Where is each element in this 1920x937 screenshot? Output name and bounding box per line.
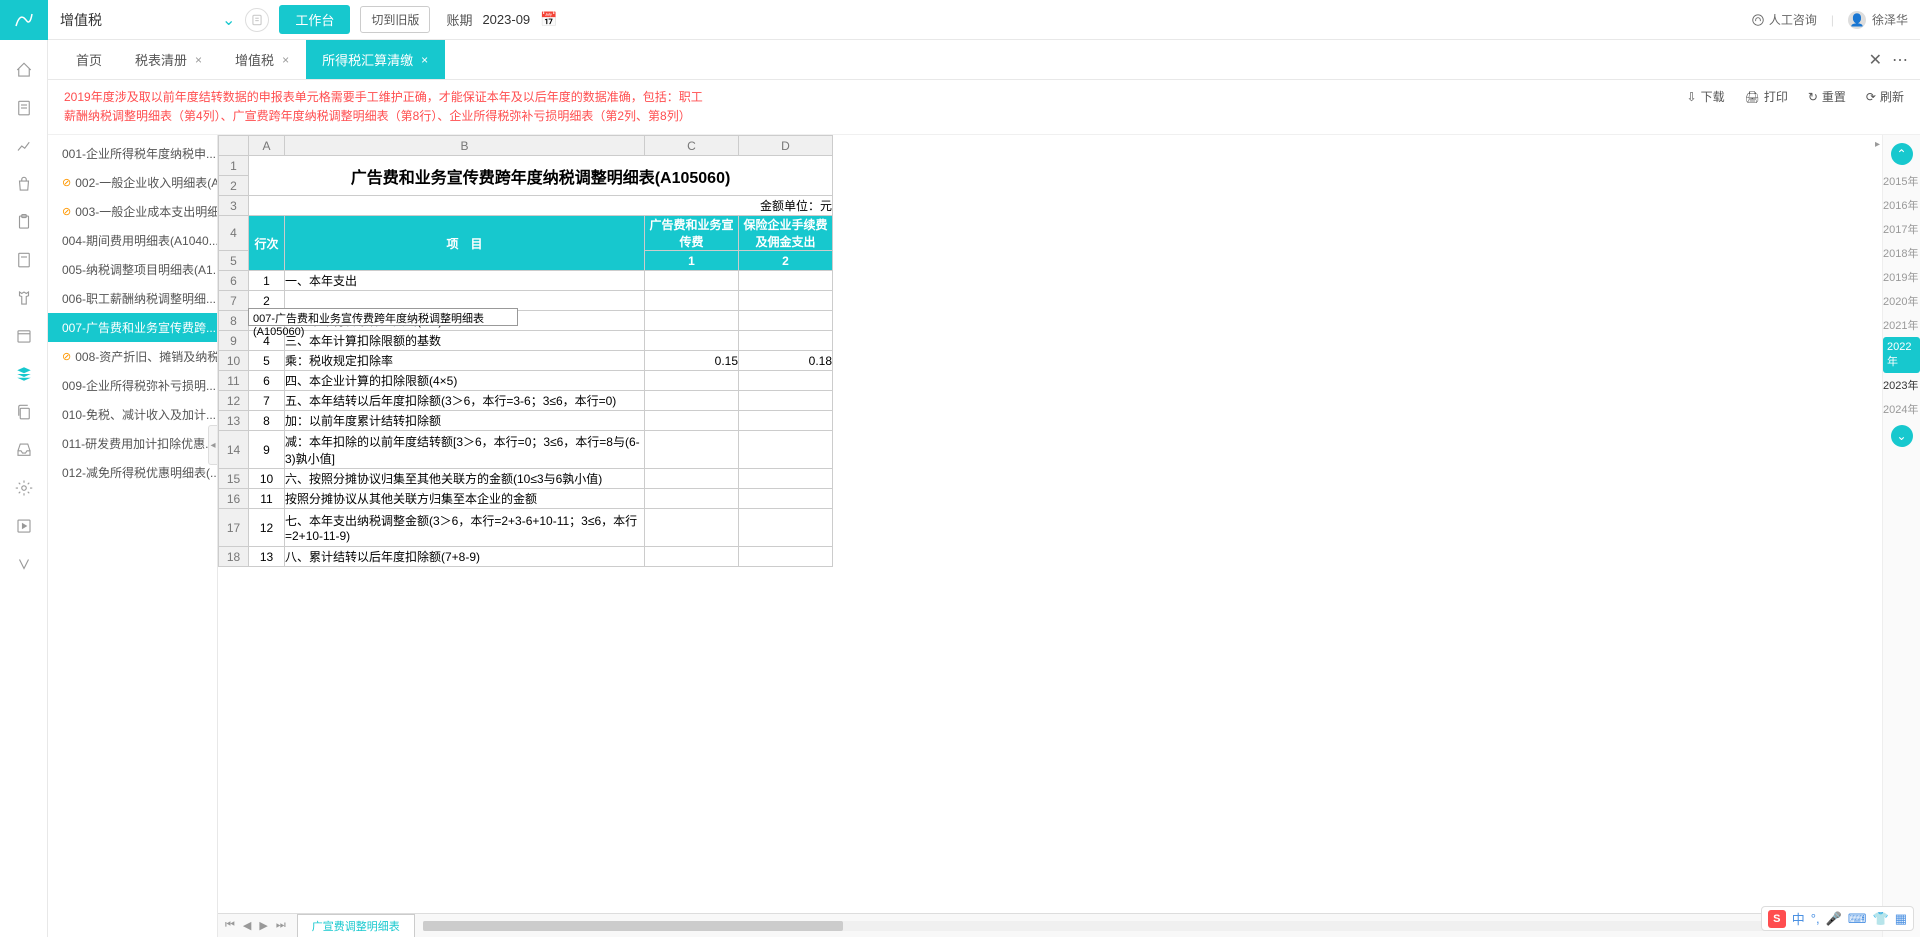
sheet-tab[interactable]: 广宣费调整明细表 bbox=[297, 914, 415, 937]
home-icon[interactable] bbox=[14, 60, 34, 80]
form-list-item[interactable]: ⊘002-一般企业收入明细表(A... bbox=[48, 168, 217, 197]
form-list-item[interactable]: 001-企业所得税年度纳税申... bbox=[48, 139, 217, 168]
calendar-icon[interactable]: 📅 bbox=[540, 11, 557, 28]
tab-税表清册[interactable]: 税表清册× bbox=[119, 40, 219, 79]
tab-首页[interactable]: 首页 bbox=[60, 40, 119, 79]
year-item[interactable]: 2015年 bbox=[1883, 169, 1920, 193]
year-item[interactable]: 2023年 bbox=[1883, 373, 1920, 397]
calendar-icon[interactable] bbox=[14, 326, 34, 346]
close-icon[interactable]: × bbox=[282, 53, 289, 67]
ime-toolbar[interactable]: S 中 °, 🎤 ⌨ 👕 ▦ bbox=[1761, 906, 1914, 931]
bag-icon[interactable] bbox=[14, 174, 34, 194]
play-icon[interactable] bbox=[14, 516, 34, 536]
ime-skin-icon[interactable]: 👕 bbox=[1873, 911, 1889, 927]
form-list-item[interactable]: ⊘003-一般企业成本支出明细... bbox=[48, 197, 217, 226]
sheet-first-icon[interactable]: ⏮ bbox=[222, 919, 238, 932]
ime-badge-icon: S bbox=[1768, 910, 1786, 928]
year-item[interactable]: 2018年 bbox=[1883, 241, 1920, 265]
form-list-item[interactable]: 007-广告费和业务宣传费跨... bbox=[48, 313, 217, 342]
copy-icon[interactable] bbox=[14, 402, 34, 422]
form-list-item[interactable]: 010-免税、减计收入及加计... bbox=[48, 400, 217, 429]
clipboard-icon[interactable] bbox=[14, 212, 34, 232]
sheet-last-icon[interactable]: ⏭ bbox=[273, 919, 289, 932]
year-item[interactable]: 2022年 bbox=[1883, 337, 1920, 373]
ime-punct-icon[interactable]: °, bbox=[1811, 911, 1820, 926]
form-list-item[interactable]: ⊘008-资产折旧、摊销及纳税... bbox=[48, 342, 217, 371]
form-list-item[interactable]: 011-研发费用加计扣除优惠... bbox=[48, 429, 217, 458]
gear-icon[interactable] bbox=[14, 478, 34, 498]
download-button[interactable]: ⇩ 下载 bbox=[1687, 88, 1725, 105]
page-tabs: 首页税表清册×增值税×所得税汇算清缴× ✕ ⋯ bbox=[48, 40, 1920, 80]
year-item[interactable]: 2016年 bbox=[1883, 193, 1920, 217]
calc-icon[interactable] bbox=[14, 250, 34, 270]
form-list-item[interactable]: 004-期间费用明细表(A1040... bbox=[48, 226, 217, 255]
form-list-item[interactable]: 009-企业所得税弥补亏损明... bbox=[48, 371, 217, 400]
doc-icon[interactable] bbox=[14, 98, 34, 118]
refresh-button[interactable]: ⟳ 刷新 bbox=[1866, 88, 1904, 105]
form-list-item[interactable]: 012-减免所得税优惠明细表(... bbox=[48, 458, 217, 487]
tab-增值税[interactable]: 增值税× bbox=[219, 40, 306, 79]
ime-mic-icon[interactable]: 🎤 bbox=[1826, 911, 1842, 927]
tax-type-dropdown[interactable]: 增值税 ⌄ bbox=[60, 10, 235, 30]
warning-icon: ⊘ bbox=[62, 205, 71, 218]
year-selector-rail: ⌃ 2015年2016年2017年2018年2019年2020年2021年202… bbox=[1882, 135, 1920, 937]
sheet-tab-bar: ⏮ ◀ ▶ ⏭ 广宣费调整明细表 bbox=[218, 913, 1882, 937]
consult-link[interactable]: 人工咨询 bbox=[1751, 11, 1817, 28]
left-nav-rail bbox=[0, 0, 48, 937]
tab-所得税汇算清缴[interactable]: 所得税汇算清缴× bbox=[306, 40, 445, 79]
stack-icon[interactable] bbox=[14, 364, 34, 384]
tax-type-label: 增值税 bbox=[60, 10, 102, 30]
close-tab-icon[interactable]: ✕ bbox=[1869, 50, 1882, 70]
sheet-prev-icon[interactable]: ◀ bbox=[240, 919, 254, 932]
app-logo[interactable] bbox=[0, 0, 48, 40]
formula-input[interactable]: 007-广告费和业务宣传费跨年度纳税调整明细表(A105060) bbox=[248, 308, 518, 326]
close-icon[interactable]: × bbox=[195, 53, 202, 67]
ime-grid-icon[interactable]: ▦ bbox=[1895, 911, 1907, 927]
horizontal-scrollbar[interactable] bbox=[423, 921, 1874, 931]
v-icon[interactable] bbox=[14, 554, 34, 574]
chevron-down-icon: ⌄ bbox=[222, 10, 235, 30]
chart-icon[interactable] bbox=[14, 136, 34, 156]
year-item[interactable]: 2019年 bbox=[1883, 265, 1920, 289]
switch-old-button[interactable]: 切到旧版 bbox=[360, 6, 430, 33]
spreadsheet-table[interactable]: ABCD1广告费和业务宣传费跨年度纳税调整明细表(A105060)23金额单位：… bbox=[218, 135, 833, 567]
warning-icon: ⊘ bbox=[62, 176, 71, 189]
tabs-more-icon[interactable]: ⋯ bbox=[1892, 50, 1908, 70]
ime-lang-label: 中 bbox=[1792, 909, 1805, 928]
year-down-icon[interactable]: ⌄ bbox=[1891, 425, 1913, 447]
form-list-item[interactable]: 006-职工薪酬纳税调整明细... bbox=[48, 284, 217, 313]
year-item[interactable]: 2017年 bbox=[1883, 217, 1920, 241]
sheet-next-icon[interactable]: ▶ bbox=[256, 919, 270, 932]
collapse-sidebar-handle[interactable]: ◂ bbox=[208, 425, 218, 465]
year-item[interactable]: 2020年 bbox=[1883, 289, 1920, 313]
period-label: 账期 bbox=[446, 10, 472, 29]
user-menu[interactable]: 👤 徐泽华 bbox=[1848, 11, 1908, 29]
year-up-icon[interactable]: ⌃ bbox=[1891, 143, 1913, 165]
history-button[interactable] bbox=[245, 8, 269, 32]
close-icon[interactable]: × bbox=[421, 53, 428, 67]
ime-keyboard-icon[interactable]: ⌨ bbox=[1848, 911, 1867, 927]
year-item[interactable]: 2024年 bbox=[1883, 397, 1920, 421]
form-list-item[interactable]: 005-纳税调整项目明细表(A1... bbox=[48, 255, 217, 284]
warning-icon: ⊘ bbox=[62, 350, 71, 363]
top-bar: 增值税 ⌄ 工作台 切到旧版 账期 2023-09 📅 人工咨询 | 👤 徐泽华 bbox=[48, 0, 1920, 40]
period-value[interactable]: 2023-09 bbox=[482, 12, 530, 27]
spreadsheet-area: ▸ ABCD1广告费和业务宣传费跨年度纳税调整明细表(A105060)23金额单… bbox=[218, 135, 1882, 937]
print-button[interactable]: 🖨 打印 bbox=[1745, 88, 1788, 105]
avatar-icon: 👤 bbox=[1848, 11, 1866, 29]
form-list-sidebar: 001-企业所得税年度纳税申...⊘002-一般企业收入明细表(A...⊘003… bbox=[48, 135, 218, 937]
inbox-icon[interactable] bbox=[14, 440, 34, 460]
reset-button[interactable]: ↻ 重置 bbox=[1808, 88, 1846, 105]
year-item[interactable]: 2021年 bbox=[1883, 313, 1920, 337]
shirt-icon[interactable] bbox=[14, 288, 34, 308]
warning-notice: 2019年度涉及取以前年度结转数据的申报表单元格需要手工维护正确，才能保证本年及… bbox=[64, 88, 714, 126]
workspace-button[interactable]: 工作台 bbox=[279, 5, 350, 34]
